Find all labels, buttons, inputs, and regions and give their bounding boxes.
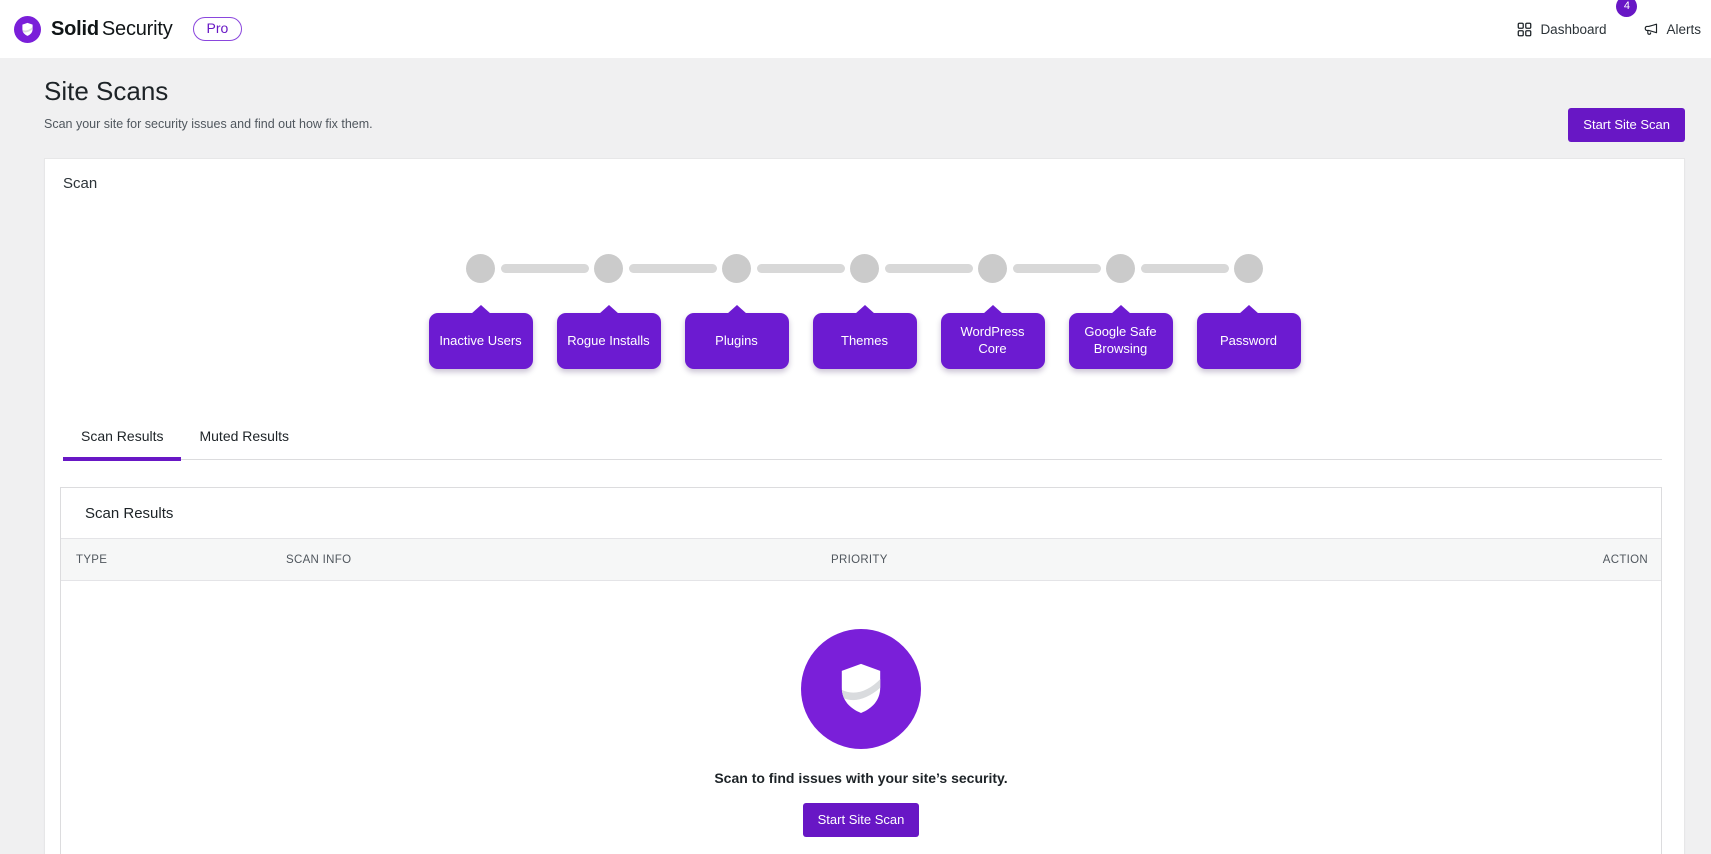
scan-results-panel: Scan Results TYPE SCAN INFO PRIORITY ACT… — [60, 487, 1662, 854]
step-connector — [884, 264, 973, 273]
scan-step-label-col: Google Safe Browsing — [1057, 313, 1185, 369]
alerts-count-badge: 4 — [1616, 0, 1638, 17]
brand-name: Solid Security — [51, 18, 173, 41]
step-connector — [1140, 264, 1229, 273]
start-site-scan-button-empty[interactable]: Start Site Scan — [802, 803, 920, 837]
step-dot — [978, 254, 1007, 283]
results-table-header: TYPE SCAN INFO PRIORITY ACTION — [61, 539, 1661, 581]
page-header: Site Scans Scan your site for security i… — [0, 58, 1711, 158]
scan-step-label: Google Safe Browsing — [1068, 313, 1173, 369]
empty-state: Scan to find issues with your site’s sec… — [61, 581, 1661, 837]
results-column-header: ACTION — [1602, 553, 1648, 566]
nav-alerts[interactable]: 4 Alerts — [1616, 0, 1701, 38]
scan-step-label: Inactive Users — [428, 313, 533, 369]
start-site-scan-button-header[interactable]: Start Site Scan — [1568, 108, 1685, 142]
page-subtitle: Scan your site for security issues and f… — [44, 117, 373, 131]
scan-card: Scan Inactive Users Rogue Installs Plugi… — [44, 158, 1685, 854]
grid-icon — [1518, 22, 1532, 36]
scan-step-label: WordPress Core — [940, 313, 1045, 369]
pro-badge: Pro — [192, 17, 243, 41]
megaphone-icon — [1645, 23, 1658, 35]
results-column-header: TYPE — [76, 553, 108, 566]
scan-step-label-col: Password — [1185, 313, 1313, 369]
scan-step-label-col: Themes — [801, 313, 929, 369]
top-nav: Dashboard 4 Alerts — [1516, 0, 1701, 38]
results-column-header: PRIORITY — [831, 553, 888, 566]
scan-step-label: Password — [1196, 313, 1301, 369]
scan-step-label-col: Plugins — [673, 313, 801, 369]
nav-dashboard-label: Dashboard — [1540, 21, 1607, 37]
scan-step-label: Plugins — [684, 313, 789, 369]
scan-step-label: Rogue Installs — [556, 313, 661, 369]
brand-logo: Solid Security Pro — [14, 15, 243, 43]
step-connector — [756, 264, 845, 273]
step-dot — [850, 254, 879, 283]
scan-progress-track — [45, 254, 1684, 283]
step-connector — [500, 264, 589, 273]
shield-logo-icon — [14, 15, 41, 43]
step-dot — [722, 254, 751, 283]
results-tab[interactable]: Muted Results — [181, 428, 306, 461]
scan-results-panel-title: Scan Results — [61, 488, 1661, 539]
step-connector — [628, 264, 717, 273]
scan-step-labels: Inactive Users Rogue Installs Plugins Th… — [45, 313, 1684, 369]
scan-step-label: Themes — [812, 313, 917, 369]
step-dot — [466, 254, 495, 283]
results-column-header: SCAN INFO — [286, 553, 352, 566]
step-connector — [1012, 264, 1101, 273]
scan-step-label-col: Inactive Users — [417, 313, 545, 369]
step-dot — [1106, 254, 1135, 283]
scan-step-label-col: Rogue Installs — [545, 313, 673, 369]
brand-name-bold: Solid — [51, 17, 99, 40]
nav-dashboard[interactable]: Dashboard — [1516, 21, 1606, 38]
results-tabs: Scan Results Muted Results — [63, 428, 1662, 461]
top-bar: Solid Security Pro Dashboard 4 Alerts — [0, 0, 1711, 58]
brand-name-regular: Security — [101, 17, 173, 40]
scan-step — [1140, 254, 1313, 283]
shield-empty-state-icon — [801, 629, 921, 749]
nav-alerts-label: Alerts — [1666, 21, 1701, 37]
page-title: Site Scans — [44, 76, 169, 106]
step-dot — [1234, 254, 1263, 283]
site-scans-page: Solid Security Pro Dashboard 4 Alerts Si… — [0, 0, 1711, 854]
scan-step-label-col: WordPress Core — [929, 313, 1057, 369]
empty-state-message: Scan to find issues with your site’s sec… — [714, 770, 1008, 786]
results-tab[interactable]: Scan Results — [63, 428, 182, 461]
step-dot — [594, 254, 623, 283]
scan-card-title: Scan — [63, 175, 98, 192]
